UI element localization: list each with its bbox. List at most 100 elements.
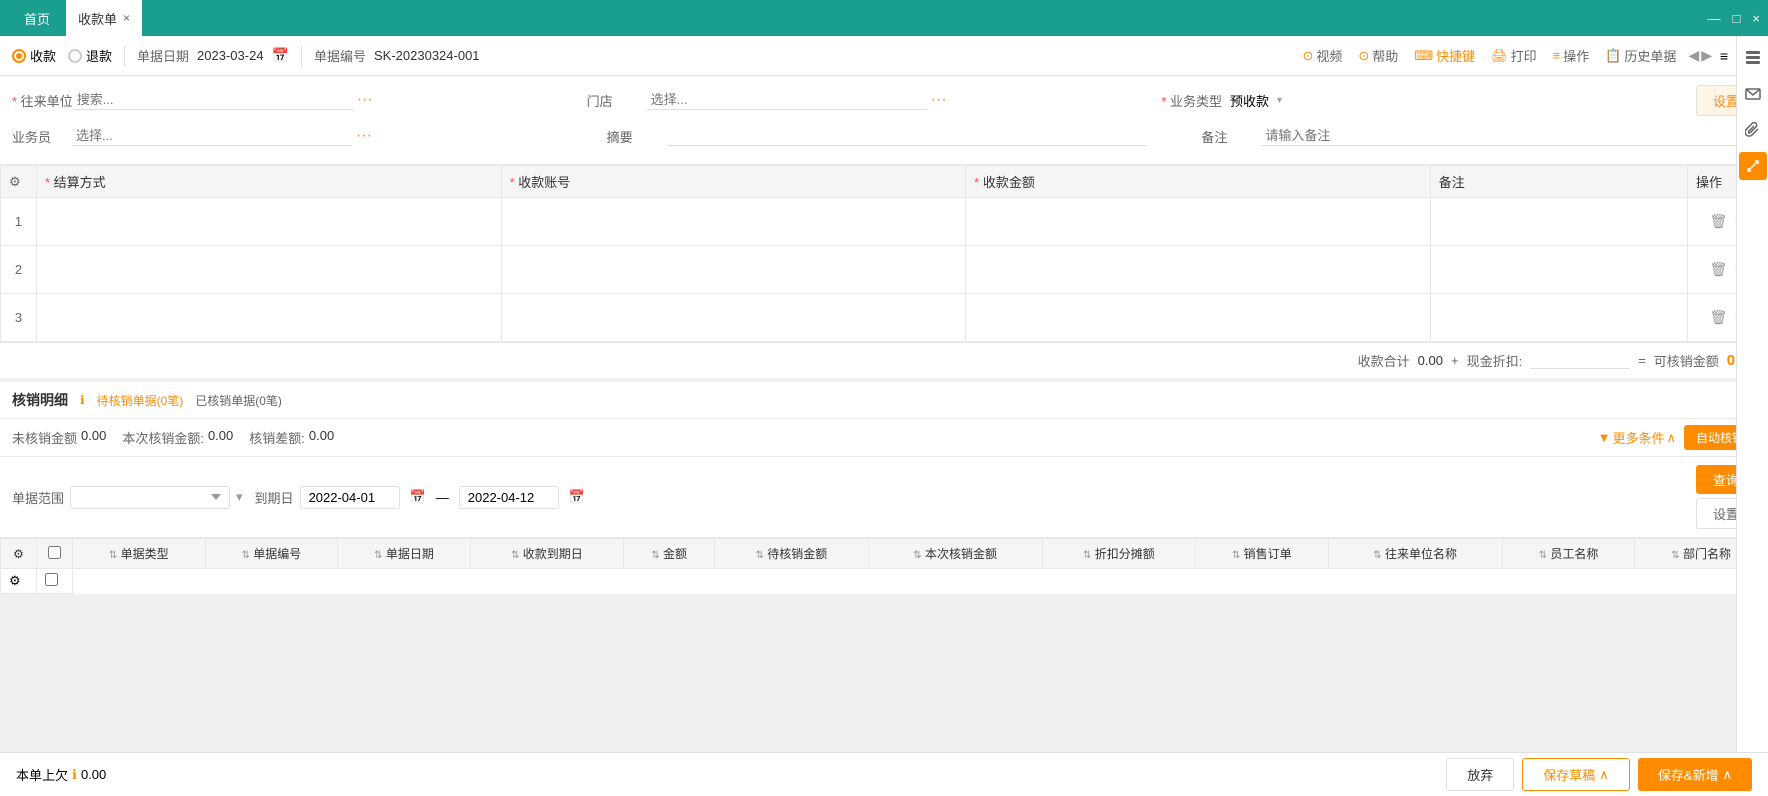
shortcut-btn[interactable]: ⌨ 快捷键 bbox=[1410, 44, 1479, 67]
tab-home[interactable]: 首页 bbox=[8, 0, 66, 36]
footer-info: 本单上欠 ℹ 0.00 bbox=[16, 765, 106, 784]
print-label: 打印 bbox=[1511, 46, 1537, 65]
toolbar: 收款 退款 单据日期 2023-03-24 📅 单据编号 SK-20230324… bbox=[0, 36, 1768, 76]
range-select[interactable] bbox=[70, 486, 230, 509]
tab-active[interactable]: 收款单 × bbox=[66, 0, 142, 36]
calendar-to-icon[interactable]: 📅 bbox=[569, 489, 585, 505]
footer-info-icon[interactable]: ℹ bbox=[72, 767, 77, 783]
store-label: 门店 bbox=[587, 91, 647, 110]
tab-close-icon[interactable]: × bbox=[123, 11, 130, 25]
main-table-wrap: ⚙ 结算方式 收款账号 收款金额 备注 操作 1 🗑 ⧉ 2 bbox=[0, 165, 1768, 342]
shortcut-label: 快捷键 bbox=[1436, 46, 1475, 65]
shortcut-icon: ⌨ bbox=[1414, 48, 1433, 64]
bottom-gear-icon[interactable]: ⚙ bbox=[9, 573, 21, 588]
receipt-radio[interactable]: 收款 bbox=[12, 46, 56, 65]
settlement-cell-3[interactable] bbox=[37, 294, 502, 342]
more-conditions-btn[interactable]: ▼ 更多条件 ∧ bbox=[1598, 428, 1676, 447]
sidebar-mail-icon[interactable] bbox=[1739, 80, 1767, 108]
operation-btn[interactable]: ≡ 操作 bbox=[1549, 44, 1594, 67]
sidebar-table-icon[interactable] bbox=[1739, 44, 1767, 72]
diff-value: 0.00 bbox=[309, 428, 334, 447]
account-cell-3[interactable] bbox=[501, 294, 966, 342]
bth-9: ⇅ 往来单位名称 bbox=[1328, 539, 1502, 569]
save-new-btn[interactable]: 保存&新增 ∧ bbox=[1638, 758, 1752, 791]
save-draft-btn[interactable]: 保存草稿 ∧ bbox=[1522, 758, 1630, 791]
current-stat: 本次核销金额: 0.00 bbox=[122, 428, 233, 447]
store-more-btn[interactable]: ··· bbox=[931, 91, 947, 109]
filter-icon: ▼ bbox=[1598, 430, 1611, 445]
delete-icon-2[interactable]: 🗑 bbox=[1710, 261, 1728, 278]
toolbar-actions: ⊙ 视频 ⊙ 帮助 ⌨ 快捷键 🖨 打印 ≡ 操作 📋 历史单据 ◀ ▶ ≡ ⊞ bbox=[1298, 44, 1756, 67]
delete-icon-3[interactable]: 🗑 bbox=[1710, 309, 1728, 326]
maximize-icon[interactable]: □ bbox=[1733, 11, 1741, 26]
range-chevron[interactable]: ▾ bbox=[236, 489, 243, 505]
reconciliation-header: 核销明细 ℹ 待核销单据(0笔) 已核销单据(0笔) bbox=[0, 382, 1768, 419]
settlement-cell-1[interactable] bbox=[37, 198, 502, 246]
th-settlement: 结算方式 bbox=[37, 166, 502, 198]
calendar-from-icon[interactable]: 📅 bbox=[410, 489, 426, 505]
business-type-field: 业务类型 预收款 ▾ bbox=[1161, 91, 1696, 110]
main-table: ⚙ 结算方式 收款账号 收款金额 备注 操作 1 🗑 ⧉ 2 bbox=[0, 165, 1768, 342]
nav-next-icon[interactable]: ▶ bbox=[1701, 47, 1712, 64]
bth-6: ⇅ 本次核销金额 bbox=[868, 539, 1042, 569]
discount-input[interactable] bbox=[1530, 353, 1630, 369]
remark-input[interactable] bbox=[1261, 126, 1756, 146]
date-to-input[interactable] bbox=[459, 486, 559, 509]
bth-4: ⇅ 金额 bbox=[624, 539, 715, 569]
date-from-input[interactable] bbox=[300, 486, 400, 509]
salesperson-field: 业务员 ··· bbox=[12, 126, 567, 146]
partner-more-btn[interactable]: ··· bbox=[357, 91, 373, 109]
calendar-icon[interactable]: 📅 bbox=[272, 47, 289, 64]
store-input[interactable] bbox=[647, 90, 927, 110]
diff-stat: 核销差额: 0.00 bbox=[249, 428, 334, 447]
salesperson-more-btn[interactable]: ··· bbox=[356, 127, 372, 145]
remark-cell-1[interactable] bbox=[1430, 198, 1687, 246]
number-value: SK-20230324-001 bbox=[374, 48, 480, 63]
help-btn[interactable]: ⊙ 帮助 bbox=[1354, 44, 1402, 67]
sidebar-attach-icon[interactable] bbox=[1739, 116, 1767, 144]
summary-input[interactable] bbox=[667, 126, 1147, 146]
bottom-th-gear[interactable]: ⚙ bbox=[1, 569, 37, 594]
business-type-value: 预收款 bbox=[1222, 91, 1277, 110]
amount-cell-2[interactable] bbox=[966, 246, 1431, 294]
th-gear[interactable]: ⚙ bbox=[1, 166, 37, 198]
pending-tab[interactable]: 待核销单据(0笔) bbox=[97, 392, 184, 409]
form-row-1: 往来单位 ··· 门店 ··· 业务类型 预收款 ▾ 设置 bbox=[12, 84, 1756, 116]
minimize-icon[interactable]: — bbox=[1708, 11, 1721, 26]
gear-icon[interactable]: ⚙ bbox=[9, 174, 21, 189]
sidebar-expand-icon[interactable] bbox=[1739, 152, 1767, 180]
bth-1: ⇅ 单据编号 bbox=[205, 539, 338, 569]
table-footer: 收款合计 0.00 + 现金折扣: = 可核销金额 0.00 bbox=[0, 342, 1768, 382]
delete-icon-1[interactable]: 🗑 bbox=[1710, 213, 1728, 230]
row-num-2: 2 bbox=[1, 246, 37, 294]
amount-cell-1[interactable] bbox=[966, 198, 1431, 246]
footer-amount: 0.00 bbox=[81, 767, 106, 782]
th-account: 收款账号 bbox=[501, 166, 966, 198]
amount-cell-3[interactable] bbox=[966, 294, 1431, 342]
settlement-cell-2[interactable] bbox=[37, 246, 502, 294]
select-all-checkbox[interactable] bbox=[45, 573, 58, 586]
refund-radio[interactable]: 退款 bbox=[68, 46, 112, 65]
header-checkbox[interactable] bbox=[48, 546, 61, 559]
account-cell-1[interactable] bbox=[501, 198, 966, 246]
row-num-3: 3 bbox=[1, 294, 37, 342]
remark-cell-3[interactable] bbox=[1430, 294, 1687, 342]
salesperson-input[interactable] bbox=[72, 126, 352, 146]
due-label: 到期日 bbox=[255, 488, 294, 507]
bth-checkbox[interactable] bbox=[37, 539, 73, 569]
reconciliation-info-icon[interactable]: ℹ bbox=[80, 393, 85, 407]
video-btn[interactable]: ⊙ 视频 bbox=[1298, 44, 1346, 67]
nav-prev-icon[interactable]: ◀ bbox=[1688, 47, 1699, 64]
print-btn[interactable]: 🖨 打印 bbox=[1487, 44, 1541, 67]
close-icon[interactable]: × bbox=[1752, 11, 1760, 26]
done-tab[interactable]: 已核销单据(0笔) bbox=[195, 392, 282, 409]
discard-btn[interactable]: 放弃 bbox=[1446, 758, 1514, 791]
partner-label: 往来单位 bbox=[12, 91, 73, 110]
salesperson-label: 业务员 bbox=[12, 127, 72, 146]
account-cell-2[interactable] bbox=[501, 246, 966, 294]
remark-cell-2[interactable] bbox=[1430, 246, 1687, 294]
bth-gear[interactable]: ⚙ bbox=[1, 539, 37, 569]
partner-input[interactable] bbox=[73, 90, 353, 110]
layout-list-icon[interactable]: ≡ bbox=[1714, 46, 1734, 66]
history-btn[interactable]: 📋 历史单据 bbox=[1601, 44, 1680, 67]
